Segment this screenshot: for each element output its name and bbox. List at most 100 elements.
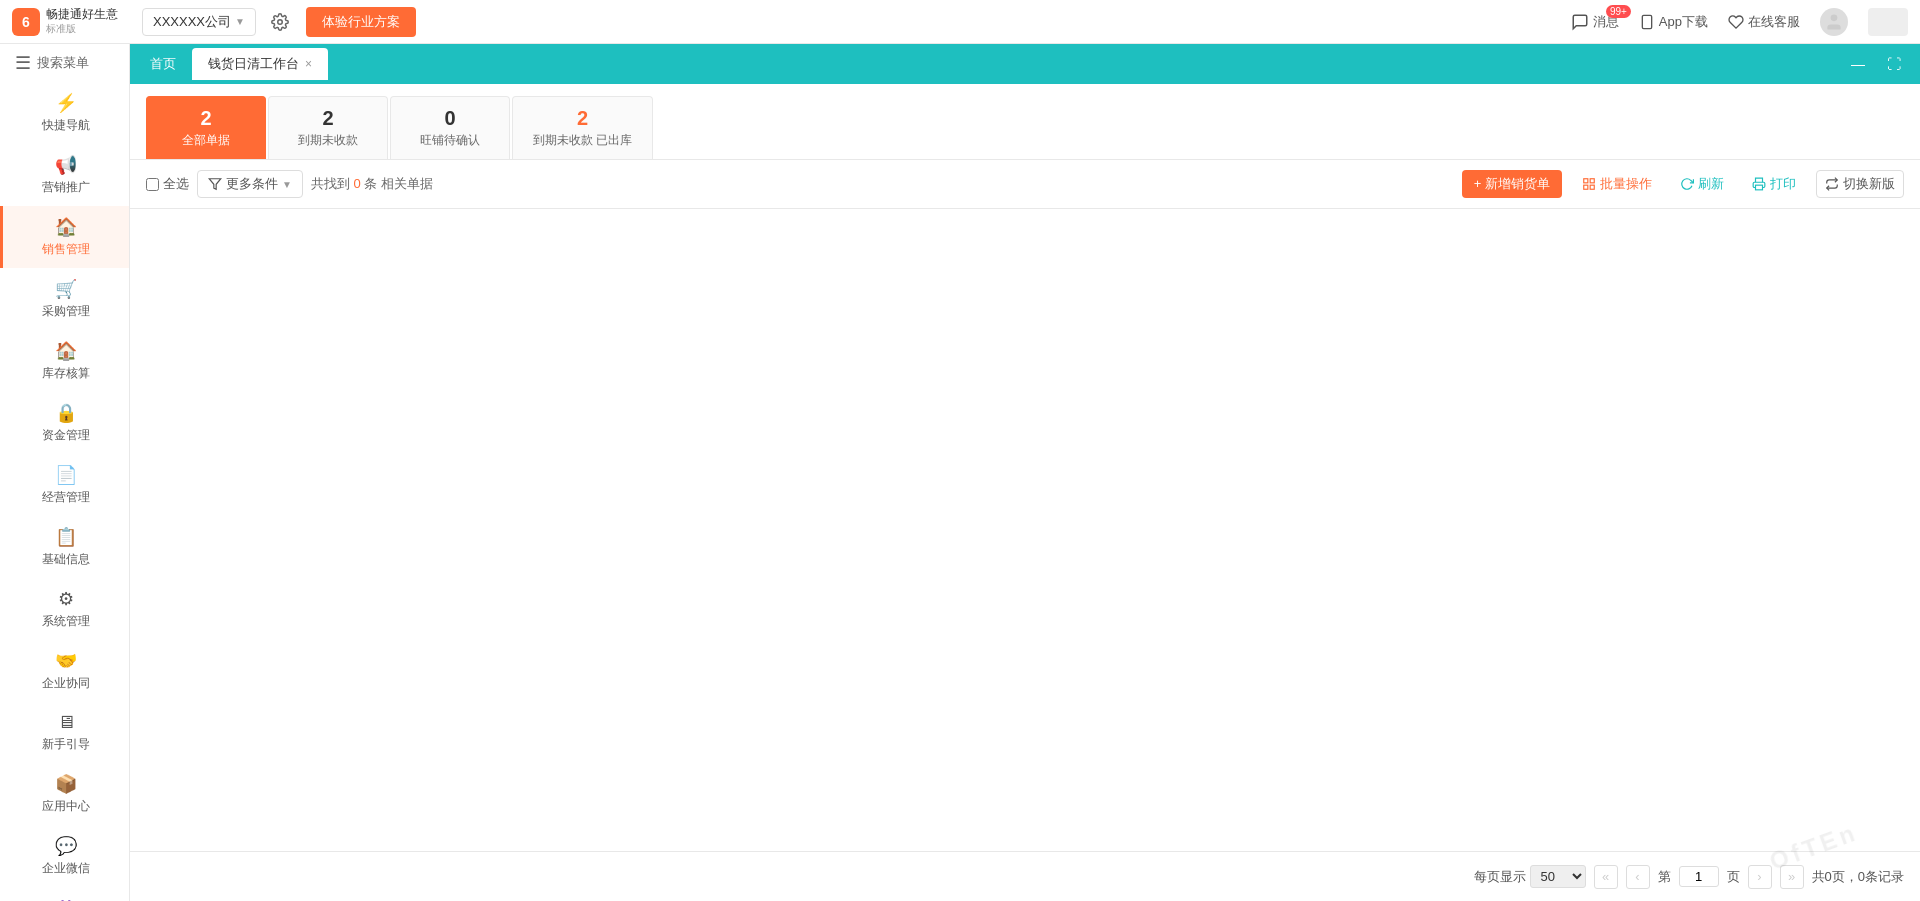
svg-rect-1 [1642,15,1651,28]
sidebar-item-member[interactable]: V 畅会员 [0,887,129,901]
search-menu-icon: ☰ [15,52,31,74]
sidebar-item-enterprise[interactable]: 🤝 企业协同 [0,640,129,702]
app-name: 畅捷通好生意 [46,7,118,23]
sidebar-item-inventory[interactable]: 🏠 库存核算 [0,330,129,392]
sidebar: ☰ 搜索菜单 ⚡ 快捷导航 📢 营销推广 🏠 销售管理 🛒 采购管理 🏠 库存核… [0,44,130,901]
related-label: 相关单据 [381,176,433,191]
chevron-down-icon: ▼ [235,16,245,27]
select-all-checkbox[interactable]: 全选 [146,175,189,193]
per-page-select[interactable]: 50 100 200 [1530,865,1586,888]
page-first-label: 第 [1658,868,1671,886]
sidebar-item-basic-info-label: 基础信息 [42,551,90,568]
header-right: 消息 99+ App下载 在线客服 [1571,8,1908,36]
stat-tab-pending[interactable]: 0 旺铺待确认 [390,96,510,159]
filter-chevron-icon: ▼ [282,179,292,190]
filter-button[interactable]: 更多条件 ▼ [197,170,303,198]
filter-icon [208,177,222,191]
sidebar-item-finance[interactable]: 🔒 资金管理 [0,392,129,454]
sidebar-item-sales-label: 销售管理 [42,241,90,258]
expand-icon[interactable]: ⛶ [1880,50,1908,78]
sidebar-item-operation[interactable]: 📄 经营管理 [0,454,129,516]
tab-workbench[interactable]: 钱货日清工作台 × [192,48,328,80]
per-page-label: 每页显示 [1474,868,1526,886]
purchase-icon: 🛒 [55,278,77,300]
sidebar-item-app-center[interactable]: 📦 应用中心 [0,763,129,825]
sidebar-item-system[interactable]: ⚙ 系统管理 [0,578,129,640]
switch-version-button[interactable]: 切换新版 [1816,170,1904,198]
tab-close-icon[interactable]: × [305,57,312,71]
app-version: 标准版 [46,22,118,36]
new-sales-button[interactable]: + 新增销货单 [1462,170,1562,198]
sidebar-item-system-label: 系统管理 [42,613,90,630]
batch-label: 批量操作 [1600,175,1652,193]
settings-icon[interactable] [264,6,296,38]
batch-operation-button[interactable]: 批量操作 [1574,171,1660,197]
sidebar-item-marketing-label: 营销推广 [42,179,90,196]
refresh-label: 刷新 [1698,175,1724,193]
online-service-button[interactable]: 在线客服 [1728,13,1800,31]
sidebar-item-app-center-label: 应用中心 [42,798,90,815]
stat-num-pending: 0 [411,107,489,130]
svg-point-0 [278,19,283,24]
print-icon [1752,177,1766,191]
page-suffix-label: 页 [1727,868,1740,886]
stat-label-shipped: 到期未收款 已出库 [533,132,632,149]
tab-workbench-label: 钱货日清工作台 [208,55,299,73]
stat-tab-overdue[interactable]: 2 到期未收款 [268,96,388,159]
refresh-button[interactable]: 刷新 [1672,171,1732,197]
sales-icon: 🏠 [55,216,77,238]
sidebar-item-operation-label: 经营管理 [42,489,90,506]
tab-home[interactable]: 首页 [134,48,192,80]
last-page-button[interactable]: » [1780,865,1804,889]
stat-label-overdue: 到期未收款 [289,132,367,149]
svg-rect-7 [1584,185,1588,189]
select-all-input[interactable] [146,178,159,191]
company-name: XXXXXX公司 [153,13,231,31]
system-icon: ⚙ [58,588,74,610]
app-download-button[interactable]: App下载 [1639,13,1708,31]
sidebar-item-sales[interactable]: 🏠 销售管理 [0,206,129,268]
avatar[interactable] [1820,8,1848,36]
pagination: 每页显示 50 100 200 « ‹ 第 页 › » 共0页，0条记录 [130,851,1920,901]
filter-label: 更多条件 [226,175,278,193]
sidebar-item-purchase[interactable]: 🛒 采购管理 [0,268,129,330]
toolbar: 全选 更多条件 ▼ 共找到 0 条 相关单据 + 新增销货单 [130,160,1920,209]
sidebar-item-wechat-label: 企业微信 [42,860,90,877]
page-number-input[interactable] [1679,866,1719,887]
message-button[interactable]: 消息 99+ [1571,13,1619,31]
sidebar-item-basic-info[interactable]: 📋 基础信息 [0,516,129,578]
stat-num-overdue: 2 [289,107,367,130]
logo-text-block: 畅捷通好生意 标准版 [46,7,118,37]
sidebar-item-search-label: 搜索菜单 [37,54,89,72]
svg-rect-5 [1584,179,1588,183]
first-page-button[interactable]: « [1594,865,1618,889]
stat-tab-shipped[interactable]: 2 到期未收款 已出库 [512,96,653,159]
sidebar-item-finance-label: 资金管理 [42,427,90,444]
company-selector[interactable]: XXXXXX公司 ▼ [142,8,256,36]
next-page-button[interactable]: › [1748,865,1772,889]
found-text: 共找到 0 条 相关单据 [311,175,433,193]
experience-button[interactable]: 体验行业方案 [306,7,416,37]
sidebar-item-guide[interactable]: 🖥 新手引导 [0,702,129,763]
message-badge: 99+ [1606,5,1631,18]
print-button[interactable]: 打印 [1744,171,1804,197]
inventory-icon: 🏠 [55,340,77,362]
sidebar-item-marketing[interactable]: 📢 营销推广 [0,144,129,206]
logo-area: 6 畅捷通好生意 标准版 [12,7,142,37]
app-download-label: App下载 [1659,13,1708,31]
prev-page-button[interactable]: ‹ [1626,865,1650,889]
stat-label-all: 全部单据 [167,132,245,149]
sidebar-item-quick-nav[interactable]: ⚡ 快捷导航 [0,82,129,144]
stat-tab-all[interactable]: 2 全部单据 [146,96,266,159]
main-content: 2 全部单据 2 到期未收款 0 旺铺待确认 2 到期未收款 已出库 全选 [130,84,1920,901]
select-all-label: 全选 [163,175,189,193]
online-service-label: 在线客服 [1748,13,1800,31]
user-name-area[interactable] [1868,8,1908,36]
found-prefix: 共找到 [311,176,350,191]
table-area [130,209,1920,851]
sidebar-item-search-menu[interactable]: ☰ 搜索菜单 [0,44,129,82]
minimize-icon[interactable]: — [1844,50,1872,78]
top-header: 6 畅捷通好生意 标准版 XXXXXX公司 ▼ 体验行业方案 消息 99+ [0,0,1920,44]
sidebar-item-wechat[interactable]: 💬 企业微信 [0,825,129,887]
logo-icon: 6 [12,8,40,36]
